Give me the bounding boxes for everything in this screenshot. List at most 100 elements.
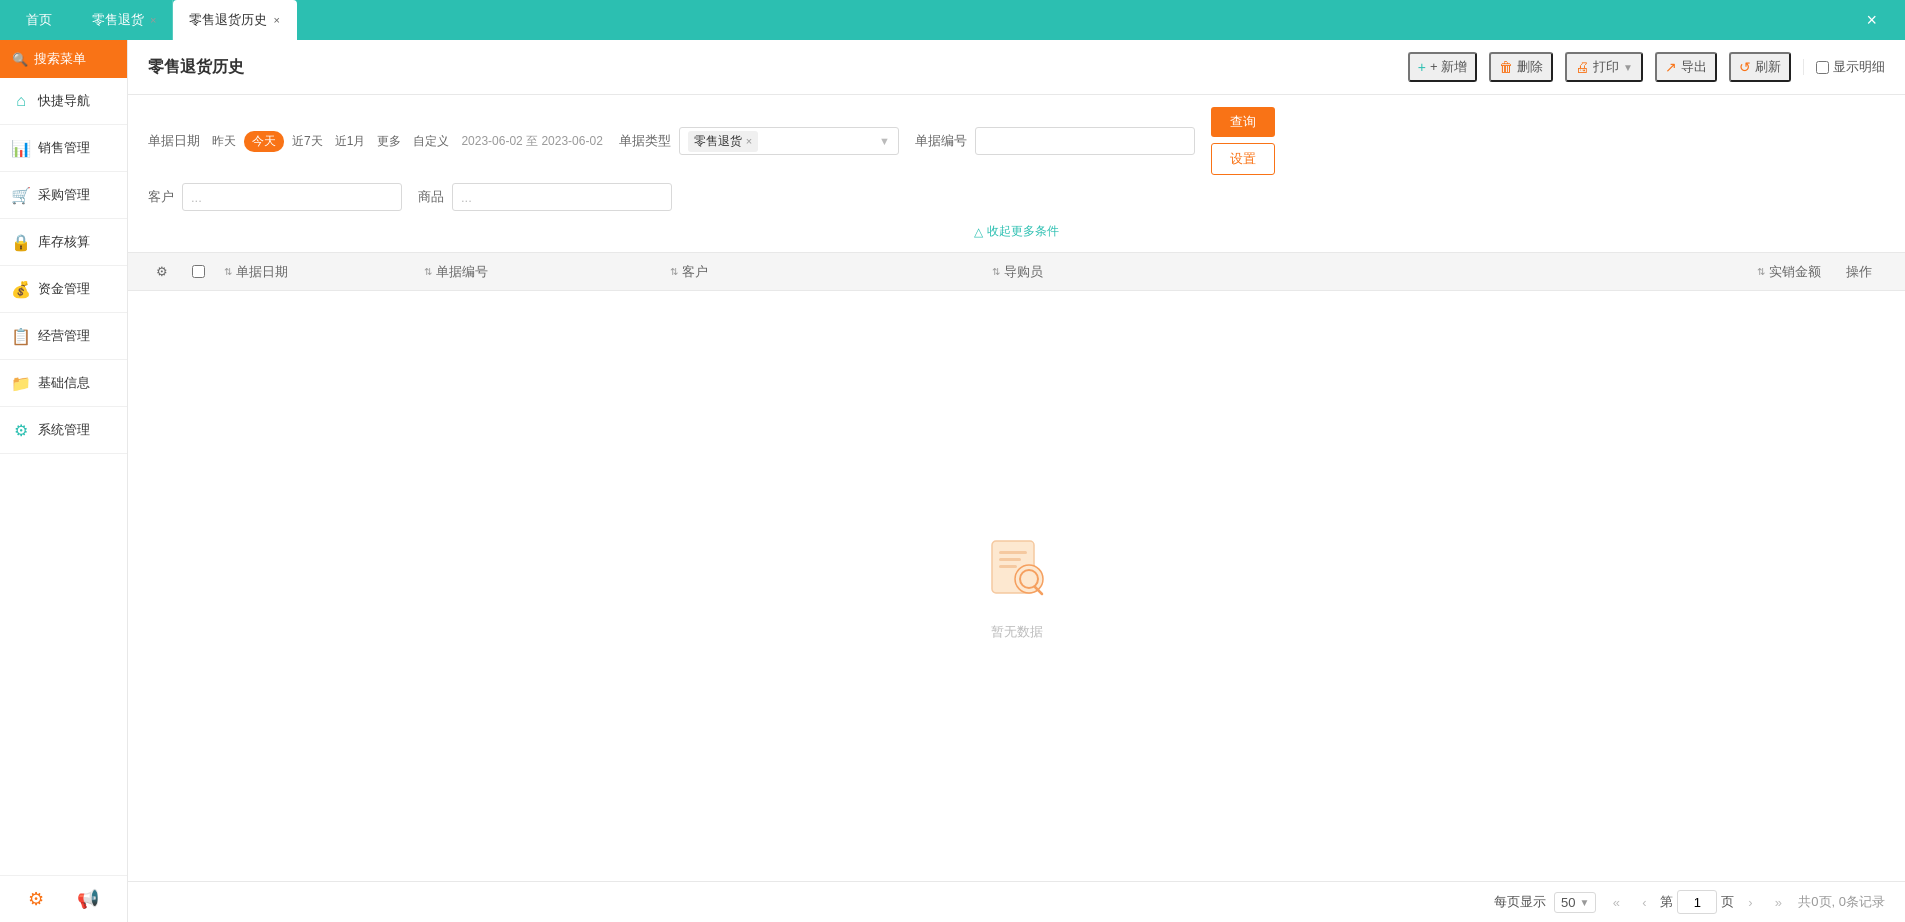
sidebar-item-sales-mgmt[interactable]: 📊 销售管理 (0, 125, 127, 172)
filter-area: 单据日期 昨天 今天 近7天 近1月 更多 自定义 2023-06-02 至 2… (128, 95, 1905, 253)
per-page-select[interactable]: 50 ▼ (1554, 892, 1596, 913)
tab-retail-return-close[interactable]: × (150, 14, 156, 26)
top-bar: 首页 零售退货 × 零售退货历史 × × (0, 0, 1905, 40)
tab-retail-return-label: 零售退货 (92, 11, 144, 29)
page-input[interactable] (1677, 890, 1717, 914)
finance-mgmt-icon: 💰 (12, 280, 30, 298)
sidebar-item-finance-mgmt-label: 资金管理 (38, 280, 90, 298)
th-guide[interactable]: ⇅ 导购员 (984, 255, 1184, 289)
sidebar-item-quick-nav-label: 快捷导航 (38, 92, 90, 110)
new-button[interactable]: + + 新增 (1408, 52, 1477, 82)
sidebar-settings-button[interactable]: ⚙ (28, 888, 44, 910)
date-btn-7days[interactable]: 近7天 (288, 131, 327, 152)
sys-mgmt-icon: ⚙ (12, 421, 30, 439)
tab-home[interactable]: 首页 (10, 0, 68, 40)
tab-retail-return-history[interactable]: 零售退货历史 × (173, 0, 296, 40)
select-all-checkbox[interactable] (192, 265, 205, 278)
header-divider (1803, 59, 1804, 75)
sidebar-sound-button[interactable]: 📢 (77, 888, 99, 910)
filter-date-buttons: 昨天 今天 近7天 近1月 更多 自定义 (208, 131, 453, 152)
th-spacer (1184, 264, 1660, 280)
page-prev-button[interactable]: ‹ (1632, 890, 1656, 914)
page-last-button[interactable]: » (1766, 890, 1790, 914)
inventory-icon: 🔒 (12, 233, 30, 251)
filter-voucher-input[interactable] (975, 127, 1195, 155)
sidebar-item-ops-mgmt[interactable]: 📋 经营管理 (0, 313, 127, 360)
show-detail-text: 显示明细 (1833, 58, 1885, 76)
th-date[interactable]: ⇅ 单据日期 (216, 255, 416, 289)
th-op: 操作 (1829, 255, 1889, 289)
collapse-button[interactable]: △ 收起更多条件 (962, 219, 1071, 244)
query-button[interactable]: 查询 (1211, 107, 1275, 137)
svg-rect-3 (999, 565, 1017, 568)
filter-type-remove[interactable]: × (746, 135, 752, 147)
ops-mgmt-icon: 📋 (12, 327, 30, 345)
sidebar-item-quick-nav[interactable]: ⌂ 快捷导航 (0, 78, 127, 125)
sidebar-item-purchase-mgmt[interactable]: 🛒 采购管理 (0, 172, 127, 219)
filter-row-1: 单据日期 昨天 今天 近7天 近1月 更多 自定义 2023-06-02 至 2… (148, 107, 1885, 175)
table-footer: 每页显示 50 ▼ « ‹ 第 页 › » 共0页, 0条记录 (128, 881, 1905, 922)
page-header: 零售退货历史 + + 新增 🗑 删除 🖨 打印 ▼ ↗ 导出 (128, 40, 1905, 95)
table-settings-icon: ⚙ (156, 264, 168, 279)
filter-voucher-label: 单据编号 (915, 132, 967, 150)
show-detail-label[interactable]: 显示明细 (1816, 58, 1885, 76)
filter-type: 单据类型 零售退货 × ▼ (619, 127, 899, 155)
per-page-label: 每页显示 (1494, 893, 1546, 911)
page-next-button[interactable]: › (1738, 890, 1762, 914)
filter-goods-label: 商品 (418, 188, 444, 206)
refresh-button[interactable]: ↺ 刷新 (1729, 52, 1791, 82)
sidebar-item-sys-mgmt[interactable]: ⚙ 系统管理 (0, 407, 127, 454)
query-settings-group: 查询 设置 (1211, 107, 1275, 175)
filter-goods-input[interactable]: ... (452, 183, 672, 211)
basic-info-icon: 📁 (12, 374, 30, 392)
search-icon: 🔍 (12, 52, 28, 67)
filter-goods: 商品 ... (418, 183, 672, 211)
date-btn-yesterday[interactable]: 昨天 (208, 131, 240, 152)
filter-date: 单据日期 昨天 今天 近7天 近1月 更多 自定义 2023-06-02 至 2… (148, 131, 603, 152)
date-btn-more[interactable]: 更多 (373, 131, 405, 152)
sidebar-item-basic-info[interactable]: 📁 基础信息 (0, 360, 127, 407)
th-settings[interactable]: ⚙ (144, 256, 180, 287)
delete-icon: 🗑 (1499, 59, 1513, 75)
date-btn-custom[interactable]: 自定义 (409, 131, 453, 152)
export-button[interactable]: ↗ 导出 (1655, 52, 1717, 82)
filter-customer-input[interactable]: ... (182, 183, 402, 211)
th-amount[interactable]: ⇅ 实销金额 (1660, 255, 1829, 289)
page-label: 第 (1660, 893, 1673, 911)
th-id[interactable]: ⇅ 单据编号 (416, 255, 662, 289)
show-detail-checkbox[interactable] (1816, 61, 1829, 74)
svg-rect-2 (999, 558, 1021, 561)
sort-id-icon: ⇅ (424, 266, 432, 277)
th-amount-label: 实销金额 (1769, 263, 1821, 281)
page-unit: 页 (1721, 893, 1734, 911)
sidebar-item-purchase-mgmt-label: 采购管理 (38, 186, 90, 204)
th-customer[interactable]: ⇅ 客户 (662, 255, 984, 289)
th-checkbox[interactable] (180, 257, 216, 286)
filter-type-tag: 零售退货 × (688, 131, 758, 152)
tab-retail-return[interactable]: 零售退货 × (76, 0, 173, 40)
export-label: 导出 (1681, 58, 1707, 76)
filter-type-tag-text: 零售退货 (694, 133, 742, 150)
table-area: ⚙ ⇅ 单据日期 ⇅ 单据编号 ⇅ 客户 ⇅ (128, 253, 1905, 881)
tab-retail-return-history-label: 零售退货历史 (189, 11, 267, 29)
empty-state-icon (977, 531, 1057, 611)
sidebar-item-inventory-label: 库存核算 (38, 233, 90, 251)
tab-retail-return-history-close[interactable]: × (273, 14, 279, 26)
delete-button[interactable]: 🗑 删除 (1489, 52, 1553, 82)
page-first-button[interactable]: « (1604, 890, 1628, 914)
sidebar-item-sales-mgmt-label: 销售管理 (38, 139, 90, 157)
print-button[interactable]: 🖨 打印 ▼ (1565, 52, 1643, 82)
sidebar-item-finance-mgmt[interactable]: 💰 资金管理 (0, 266, 127, 313)
sidebar-item-inventory[interactable]: 🔒 库存核算 (0, 219, 127, 266)
date-btn-today[interactable]: 今天 (244, 131, 284, 152)
empty-text: 暂无数据 (991, 623, 1043, 641)
page-summary: 共0页, 0条记录 (1798, 893, 1885, 911)
filter-type-select[interactable]: 零售退货 × ▼ (679, 127, 899, 155)
print-icon: 🖨 (1575, 59, 1589, 75)
sidebar-search[interactable]: 🔍 搜索菜单 (0, 40, 127, 78)
date-btn-1month[interactable]: 近1月 (331, 131, 370, 152)
tab-list: 零售退货 × 零售退货历史 × (76, 0, 1858, 40)
empty-state: 暂无数据 (128, 291, 1905, 881)
settings-button[interactable]: 设置 (1211, 143, 1275, 175)
window-close-button[interactable]: × (1858, 10, 1885, 31)
